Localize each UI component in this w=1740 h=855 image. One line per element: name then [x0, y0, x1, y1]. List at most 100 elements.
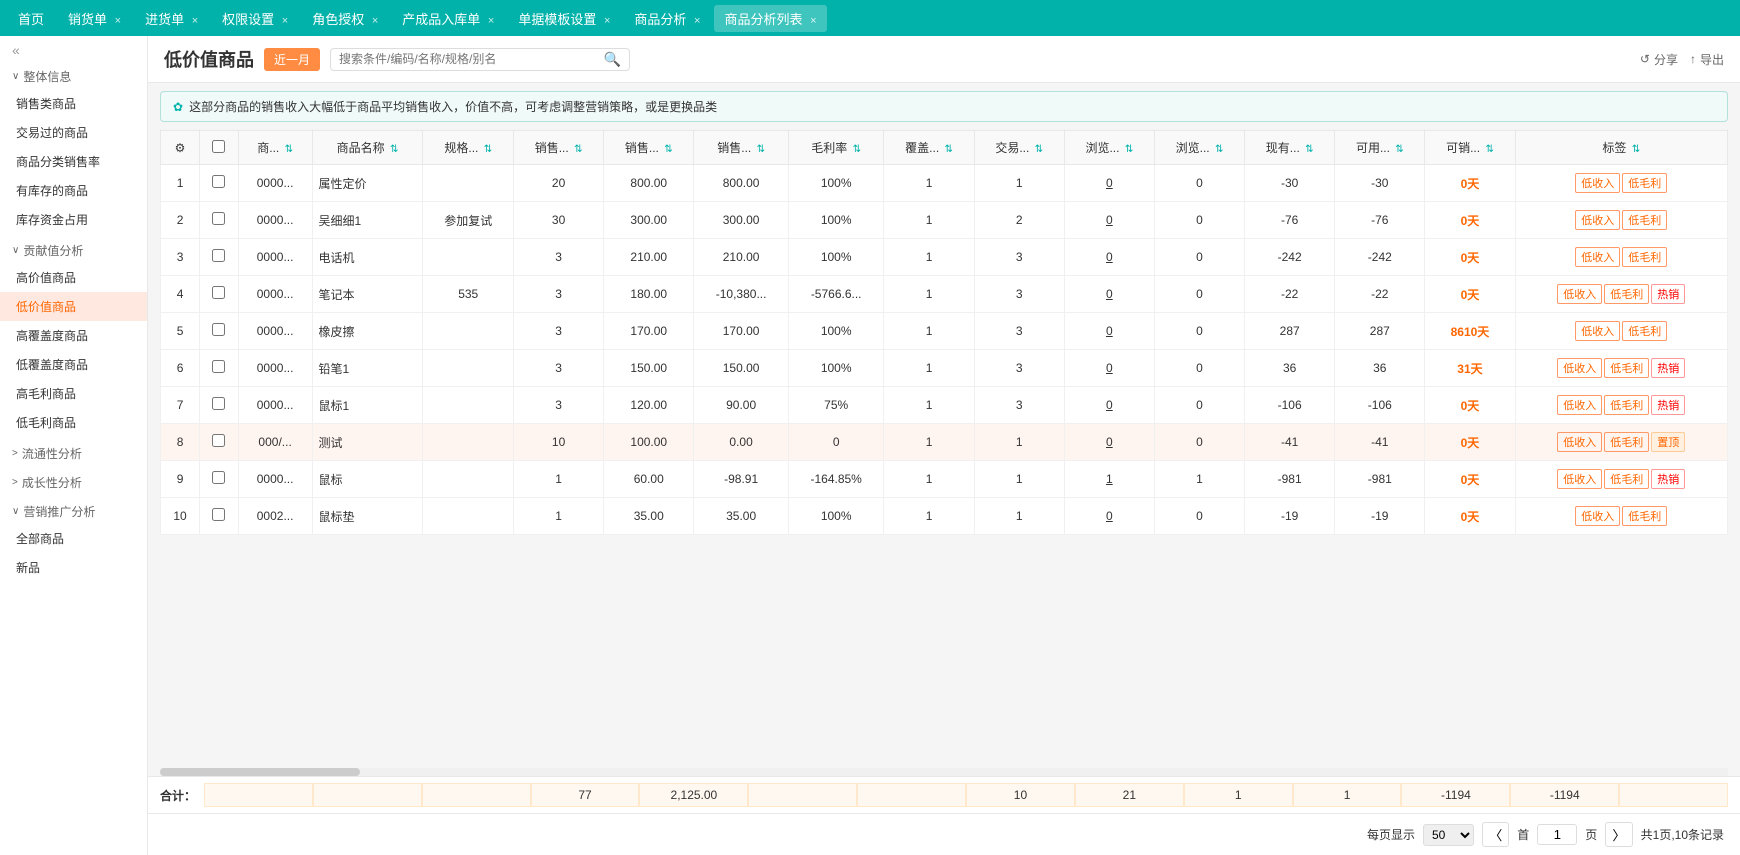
sidebar-item-low-margin[interactable]: 低毛利商品	[0, 408, 147, 437]
nav-home[interactable]: 首页	[8, 5, 54, 32]
col-sale-price[interactable]: 销售... ⇅	[604, 131, 694, 165]
sidebar-item-new-products[interactable]: 新品	[0, 553, 147, 582]
browse-link[interactable]: 0	[1106, 398, 1113, 412]
browse-link[interactable]: 0	[1106, 361, 1113, 375]
browse-link[interactable]: 0	[1106, 435, 1113, 449]
col-browse1[interactable]: 浏览... ⇅	[1064, 131, 1154, 165]
page-input[interactable]	[1537, 824, 1577, 845]
col-name[interactable]: 商品名称 ⇅	[312, 131, 423, 165]
sidebar-item-all-products[interactable]: 全部商品	[0, 524, 147, 553]
filter-button[interactable]: 近一月	[264, 48, 320, 71]
sidebar-item-high-coverage[interactable]: 高覆盖度商品	[0, 321, 147, 350]
nav-purchase-order[interactable]: 进货单 ×	[135, 5, 208, 32]
sidebar-item-traded-products[interactable]: 交易过的商品	[0, 118, 147, 147]
sidebar-item-sales-products[interactable]: 销售类商品	[0, 89, 147, 118]
nav-product-warehouse[interactable]: 产成品入库单 ×	[392, 5, 504, 32]
sidebar-item-stock-products[interactable]: 有库存的商品	[0, 176, 147, 205]
row-select-checkbox[interactable]	[212, 397, 225, 410]
col-sale-amount[interactable]: 销售... ⇅	[694, 131, 789, 165]
close-icon[interactable]: ×	[115, 15, 121, 27]
close-icon[interactable]: ×	[810, 15, 816, 27]
col-spec[interactable]: 规格... ⇅	[423, 131, 514, 165]
row-select-checkbox[interactable]	[212, 471, 225, 484]
col-available[interactable]: 可用... ⇅	[1335, 131, 1425, 165]
nav-template-settings[interactable]: 单据模板设置 ×	[508, 5, 620, 32]
close-icon[interactable]: ×	[604, 15, 610, 27]
col-code[interactable]: 商... ⇅	[238, 131, 312, 165]
col-current-stock[interactable]: 现有... ⇅	[1245, 131, 1335, 165]
row-checkbox[interactable]	[200, 461, 239, 498]
col-margin[interactable]: 毛利率 ⇅	[788, 131, 884, 165]
col-browse2[interactable]: 浏览... ⇅	[1154, 131, 1244, 165]
nav-role-auth[interactable]: 角色授权 ×	[302, 5, 388, 32]
row-checkbox[interactable]	[200, 498, 239, 535]
time-value: 0天	[1461, 214, 1480, 228]
browse-link[interactable]: 0	[1106, 213, 1113, 227]
search-icon[interactable]: 🔍	[604, 51, 621, 68]
sidebar-section-contribution[interactable]: ∨ 贡献值分析	[0, 234, 147, 263]
row-select-checkbox[interactable]	[212, 360, 225, 373]
row-select-checkbox[interactable]	[212, 508, 225, 521]
sidebar-item-low-coverage[interactable]: 低覆盖度商品	[0, 350, 147, 379]
first-page-btn[interactable]: 〈	[1482, 822, 1509, 847]
row-checkbox[interactable]	[200, 165, 239, 202]
close-icon[interactable]: ×	[694, 15, 700, 27]
sidebar-item-high-margin[interactable]: 高毛利商品	[0, 379, 147, 408]
browse-link[interactable]: 0	[1106, 287, 1113, 301]
row-select-checkbox[interactable]	[212, 286, 225, 299]
browse-link[interactable]: 1	[1106, 472, 1113, 486]
nav-permission[interactable]: 权限设置 ×	[212, 5, 298, 32]
row-checkbox[interactable]	[200, 350, 239, 387]
sidebar-item-low-value[interactable]: 低价值商品	[0, 292, 147, 321]
nav-product-analysis-list[interactable]: 商品分析列表 ×	[714, 5, 826, 32]
close-icon[interactable]: ×	[488, 15, 494, 27]
nav-sales-order[interactable]: 销货单 ×	[58, 5, 131, 32]
col-saleable[interactable]: 可销... ⇅	[1425, 131, 1515, 165]
browse-link[interactable]: 0	[1106, 250, 1113, 264]
horizontal-scrollbar[interactable]	[160, 768, 1728, 776]
col-tags[interactable]: 标签 ⇅	[1515, 131, 1727, 165]
per-page-select[interactable]: 50 100 200	[1423, 824, 1474, 846]
row-checkbox[interactable]	[200, 239, 239, 276]
sidebar-section-growth[interactable]: > 成长性分析	[0, 466, 147, 495]
row-checkbox[interactable]	[200, 276, 239, 313]
export-button[interactable]: ↑ 导出	[1690, 51, 1724, 68]
col-settings[interactable]: ⚙	[161, 131, 200, 165]
share-button[interactable]: ↺ 分享	[1640, 51, 1678, 68]
scrollbar-thumb[interactable]	[160, 768, 360, 776]
col-transaction[interactable]: 交易... ⇅	[974, 131, 1064, 165]
row-select-checkbox[interactable]	[212, 323, 225, 336]
row-checkbox[interactable]	[200, 387, 239, 424]
close-icon[interactable]: ×	[372, 15, 378, 27]
col-sale-qty[interactable]: 销售... ⇅	[514, 131, 604, 165]
sidebar-section-overall[interactable]: ∨ 整体信息	[0, 60, 147, 89]
row-checkbox[interactable]	[200, 313, 239, 350]
row-sale-amount: 150.00	[694, 350, 789, 387]
sidebar-item-category-rate[interactable]: 商品分类销售率	[0, 147, 147, 176]
col-checkbox[interactable]	[200, 131, 239, 165]
col-coverage[interactable]: 覆盖... ⇅	[884, 131, 974, 165]
row-select-checkbox[interactable]	[212, 175, 225, 188]
sidebar-item-stock-capital[interactable]: 库存资金占用	[0, 205, 147, 234]
browse-link[interactable]: 0	[1106, 324, 1113, 338]
row-sale-amount: 170.00	[694, 313, 789, 350]
nav-product-analysis[interactable]: 商品分析 ×	[624, 5, 710, 32]
tag: 低毛利	[1622, 506, 1667, 526]
sidebar-section-marketing[interactable]: ∨ 营销推广分析	[0, 495, 147, 524]
browse-link[interactable]: 0	[1106, 509, 1113, 523]
close-icon[interactable]: ×	[282, 15, 288, 27]
row-select-checkbox[interactable]	[212, 212, 225, 225]
sidebar-section-circulation[interactable]: > 流通性分析	[0, 437, 147, 466]
search-input[interactable]	[339, 52, 600, 66]
sidebar-item-high-value[interactable]: 高价值商品	[0, 263, 147, 292]
row-select-checkbox[interactable]	[212, 434, 225, 447]
browse-link[interactable]: 0	[1106, 176, 1113, 190]
row-checkbox[interactable]	[200, 202, 239, 239]
row-checkbox[interactable]	[200, 424, 239, 461]
row-select-checkbox[interactable]	[212, 249, 225, 262]
close-icon[interactable]: ×	[192, 15, 198, 27]
next-page-btn[interactable]: 〉	[1605, 822, 1632, 847]
sidebar-collapse-btn[interactable]: «	[8, 42, 24, 58]
row-browse2: 0	[1154, 498, 1244, 535]
select-all-checkbox[interactable]	[212, 140, 225, 153]
